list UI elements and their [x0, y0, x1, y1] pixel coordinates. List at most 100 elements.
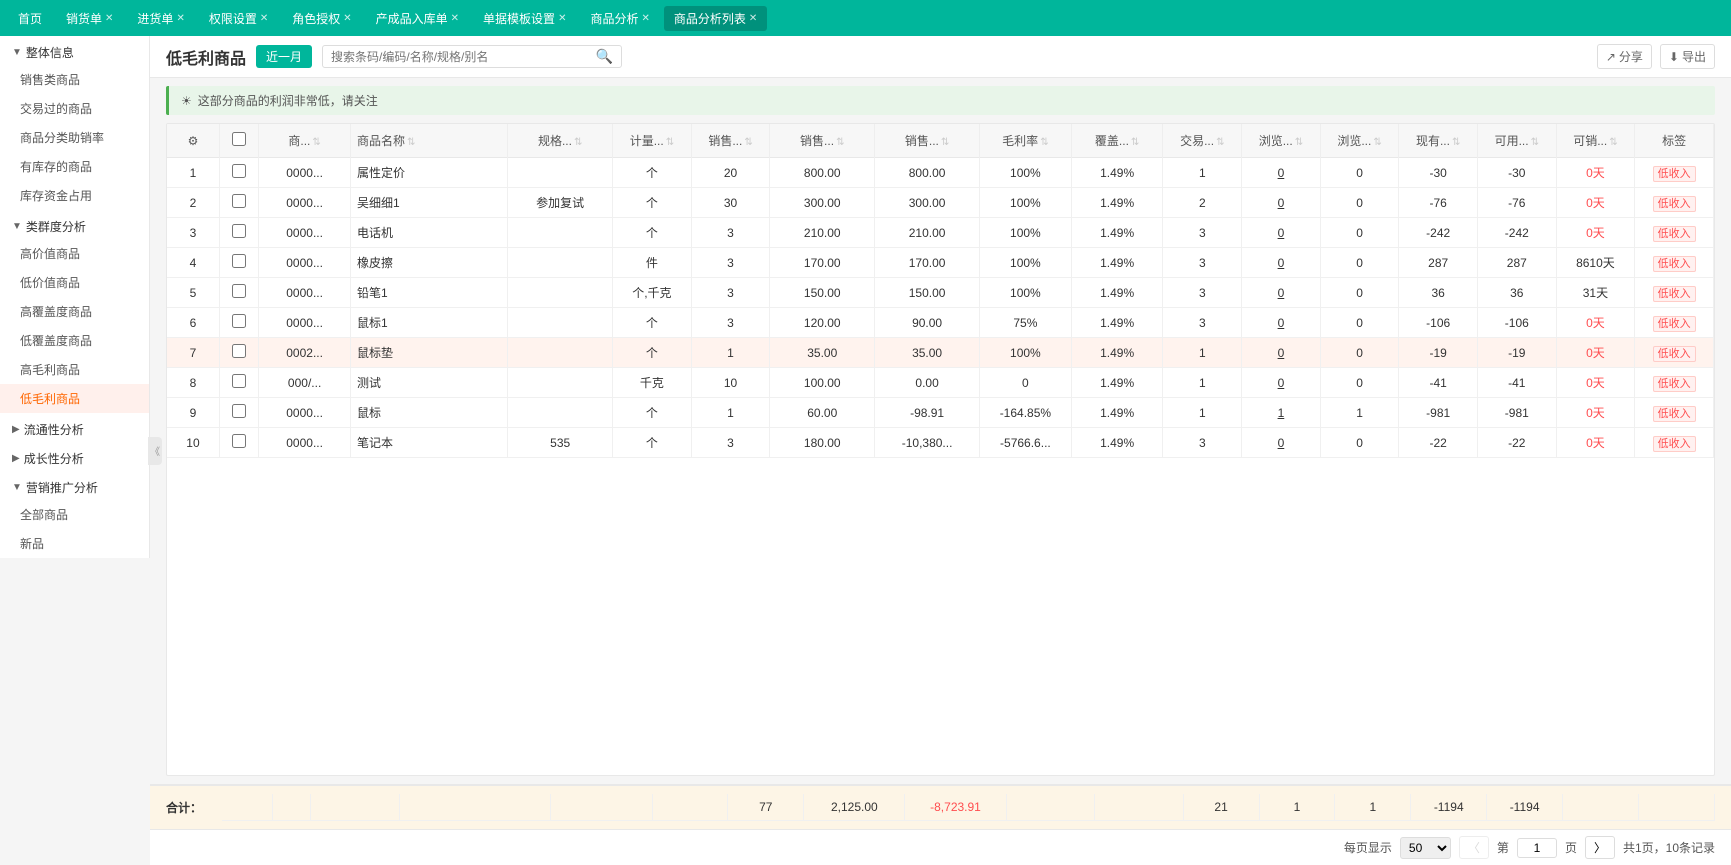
row-name[interactable]: 测试	[350, 368, 507, 398]
nav-item-product-analysis[interactable]: 商品分析 ✕	[580, 6, 659, 31]
row-view2: 1	[1320, 398, 1399, 428]
nav-close-purchase[interactable]: ✕	[176, 13, 184, 24]
nav-close-product-analysis[interactable]: ✕	[641, 13, 649, 24]
sidebar-item-sales-products[interactable]: 销售类商品	[0, 65, 149, 94]
row-checkbox	[219, 218, 258, 248]
row-sales-qty: 30	[691, 188, 770, 218]
row-tag: 低收入	[1635, 188, 1714, 218]
row-name[interactable]: 笔记本	[350, 428, 507, 458]
row-saleable: 0天	[1556, 308, 1635, 338]
row-spec	[508, 278, 613, 308]
row-name[interactable]: 鼠标1	[350, 308, 507, 338]
row-no: 8	[167, 368, 219, 398]
sidebar-item-high-coverage[interactable]: 高覆盖度商品	[0, 297, 149, 326]
row-checkbox	[219, 188, 258, 218]
sidebar-item-new-products[interactable]: 新品	[0, 529, 149, 558]
row-spec	[508, 368, 613, 398]
th-view1[interactable]: 浏览...⇅	[1242, 124, 1321, 158]
th-spec[interactable]: 规格...⇅	[508, 124, 613, 158]
th-tag[interactable]: 标签	[1635, 124, 1714, 158]
row-name[interactable]: 电话机	[350, 218, 507, 248]
nav-close-sales[interactable]: ✕	[105, 13, 113, 24]
next-page-button[interactable]: 〉	[1585, 836, 1615, 859]
date-filter-button[interactable]: 近一月	[256, 45, 312, 68]
row-unit: 千克	[613, 368, 692, 398]
nav-item-analysis-list[interactable]: 商品分析列表 ✕	[664, 6, 767, 31]
page-number-input[interactable]	[1517, 838, 1557, 858]
sidebar-group-overall[interactable]: ▼ 整体信息	[0, 36, 149, 65]
th-code[interactable]: 商...⇅	[259, 124, 351, 158]
row-sales-price: 170.00	[770, 248, 875, 278]
sidebar-item-in-stock[interactable]: 有库存的商品	[0, 152, 149, 181]
row-saleable: 0天	[1556, 158, 1635, 188]
th-settings[interactable]: ⚙	[167, 124, 219, 158]
th-coverage[interactable]: 覆盖...⇅	[1071, 124, 1163, 158]
row-view1: 0	[1242, 278, 1321, 308]
row-coverage: 1.49%	[1071, 428, 1163, 458]
nav-close-template[interactable]: ✕	[558, 13, 566, 24]
nav-item-purchase[interactable]: 进货单 ✕	[127, 6, 194, 31]
th-sales-qty[interactable]: 销售...⇅	[691, 124, 770, 158]
sidebar-item-low-value[interactable]: 低价值商品	[0, 268, 149, 297]
row-sales-price: 60.00	[770, 398, 875, 428]
row-coverage: 1.49%	[1071, 188, 1163, 218]
sidebar-item-category-rate[interactable]: 商品分类助销率	[0, 123, 149, 152]
nav-close-analysis-list[interactable]: ✕	[749, 13, 757, 24]
th-unit[interactable]: 计量...⇅	[613, 124, 692, 158]
sidebar-item-stock-fund[interactable]: 库存资金占用	[0, 181, 149, 210]
th-gross-margin[interactable]: 毛利率⇅	[980, 124, 1072, 158]
row-name[interactable]: 铅笔1	[350, 278, 507, 308]
row-name[interactable]: 吴细细1	[350, 188, 507, 218]
sidebar-group-growth[interactable]: ▶ 成长性分析	[0, 442, 149, 471]
row-sales-qty: 3	[691, 428, 770, 458]
row-name[interactable]: 属性定价	[350, 158, 507, 188]
sidebar-item-traded-products[interactable]: 交易过的商品	[0, 94, 149, 123]
nav-item-template[interactable]: 单据模板设置 ✕	[473, 6, 576, 31]
sidebar-item-low-coverage[interactable]: 低覆盖度商品	[0, 326, 149, 355]
totals-label: 合计：	[166, 799, 222, 816]
nav-close-roles[interactable]: ✕	[343, 13, 351, 24]
page-size-select[interactable]: 50 100 200	[1400, 837, 1451, 859]
th-sales-amount[interactable]: 销售...⇅	[875, 124, 980, 158]
row-checkbox	[219, 158, 258, 188]
th-name[interactable]: 商品名称⇅	[350, 124, 507, 158]
th-view2[interactable]: 浏览...⇅	[1320, 124, 1399, 158]
nav-close-permissions[interactable]: ✕	[260, 13, 268, 24]
sidebar-group-marketing[interactable]: ▼ 营销推广分析	[0, 471, 149, 500]
sidebar-item-low-margin[interactable]: 低毛利商品	[0, 384, 149, 413]
row-name[interactable]: 鼠标垫	[350, 338, 507, 368]
search-input[interactable]	[331, 50, 596, 64]
sidebar-item-all-products[interactable]: 全部商品	[0, 500, 149, 529]
select-all-checkbox[interactable]	[232, 132, 246, 146]
row-unit: 件	[613, 248, 692, 278]
row-no: 9	[167, 398, 219, 428]
sidebar-group-circulation[interactable]: ▶ 流通性分析	[0, 413, 149, 442]
th-checkbox	[219, 124, 258, 158]
nav-close-product-entry[interactable]: ✕	[451, 13, 459, 24]
sidebar-item-high-value[interactable]: 高价值商品	[0, 239, 149, 268]
row-view1: 0	[1242, 218, 1321, 248]
prev-page-button[interactable]: 〈	[1459, 836, 1489, 859]
row-checkbox	[219, 428, 258, 458]
row-sales-price: 800.00	[770, 158, 875, 188]
nav-item-product-entry[interactable]: 产成品入库单 ✕	[366, 6, 469, 31]
th-saleable[interactable]: 可销...⇅	[1556, 124, 1635, 158]
nav-item-home[interactable]: 首页	[8, 6, 52, 31]
th-available[interactable]: 可用...⇅	[1477, 124, 1556, 158]
sidebar-group-cluster[interactable]: ▼ 类群度分析	[0, 210, 149, 239]
row-name[interactable]: 鼠标	[350, 398, 507, 428]
nav-item-permissions[interactable]: 权限设置 ✕	[199, 6, 278, 31]
row-unit: 个	[613, 188, 692, 218]
row-current: -981	[1399, 398, 1478, 428]
sidebar-item-high-margin[interactable]: 高毛利商品	[0, 355, 149, 384]
export-button[interactable]: ⬇ 导出	[1660, 44, 1715, 69]
row-name[interactable]: 橡皮擦	[350, 248, 507, 278]
share-button[interactable]: ↗ 分享	[1597, 44, 1652, 69]
total-sales-qty: 77	[728, 794, 804, 821]
sidebar-toggle[interactable]: 《	[148, 437, 162, 465]
nav-item-sales[interactable]: 销货单 ✕	[56, 6, 123, 31]
th-current[interactable]: 现有...⇅	[1399, 124, 1478, 158]
th-trade[interactable]: 交易...⇅	[1163, 124, 1242, 158]
nav-item-roles[interactable]: 角色授权 ✕	[282, 6, 361, 31]
th-sales-price[interactable]: 销售...⇅	[770, 124, 875, 158]
